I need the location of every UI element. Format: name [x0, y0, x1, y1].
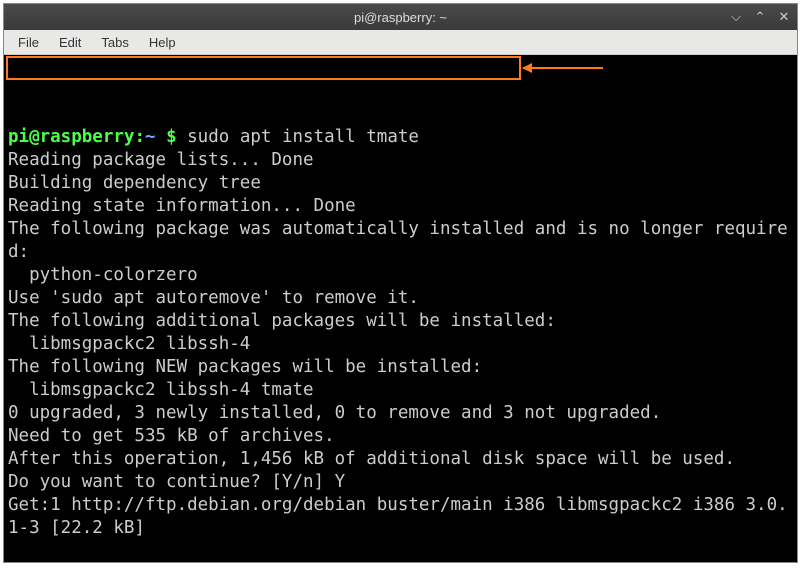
output-line: The following additional packages will b…	[8, 311, 556, 331]
terminal-window: pi@raspberry: ~ ⌵ ⌃ ✕ File Edit Tabs Hel…	[3, 3, 798, 563]
command-text: sudo apt install tmate	[187, 127, 419, 147]
prompt-colon: :	[134, 127, 145, 147]
minimize-button[interactable]: ⌵	[729, 9, 743, 25]
menu-help[interactable]: Help	[141, 33, 184, 52]
output-line: Get:1 http://ftp.debian.org/debian buste…	[8, 495, 788, 538]
prompt-dollar: $	[156, 127, 188, 147]
output-line: The following package was automatically …	[8, 219, 788, 262]
window-controls: ⌵ ⌃ ✕	[729, 9, 791, 25]
annotation-highlight-box	[6, 56, 521, 80]
annotation-arrow	[523, 67, 603, 69]
window-title: pi@raspberry: ~	[4, 10, 797, 25]
maximize-button[interactable]: ⌃	[753, 9, 767, 25]
terminal-body[interactable]: pi@raspberry:~ $ sudo apt install tmate …	[4, 55, 797, 562]
output-line: libmsgpackc2 libssh-4	[8, 334, 250, 354]
menu-edit[interactable]: Edit	[51, 33, 89, 52]
output-line: Reading state information... Done	[8, 196, 356, 216]
output-line: 0 upgraded, 3 newly installed, 0 to remo…	[8, 403, 661, 423]
titlebar[interactable]: pi@raspberry: ~ ⌵ ⌃ ✕	[4, 4, 797, 30]
output-line: Do you want to continue? [Y/n] Y	[8, 472, 345, 492]
output-line: Reading package lists... Done	[8, 150, 314, 170]
output-line: Need to get 535 kB of archives.	[8, 426, 335, 446]
output-line: After this operation, 1,456 kB of additi…	[8, 449, 735, 469]
output-line: The following NEW packages will be insta…	[8, 357, 482, 377]
menu-file[interactable]: File	[10, 33, 47, 52]
output-line: libmsgpackc2 libssh-4 tmate	[8, 380, 314, 400]
menu-tabs[interactable]: Tabs	[93, 33, 136, 52]
prompt-user-host: pi@raspberry	[8, 127, 134, 147]
menubar: File Edit Tabs Help	[4, 30, 797, 55]
output-line: Building dependency tree	[8, 173, 261, 193]
close-button[interactable]: ✕	[777, 9, 791, 25]
output-line: Use 'sudo apt autoremove' to remove it.	[8, 288, 419, 308]
output-line: python-colorzero	[8, 265, 198, 285]
prompt-path: ~	[145, 127, 156, 147]
